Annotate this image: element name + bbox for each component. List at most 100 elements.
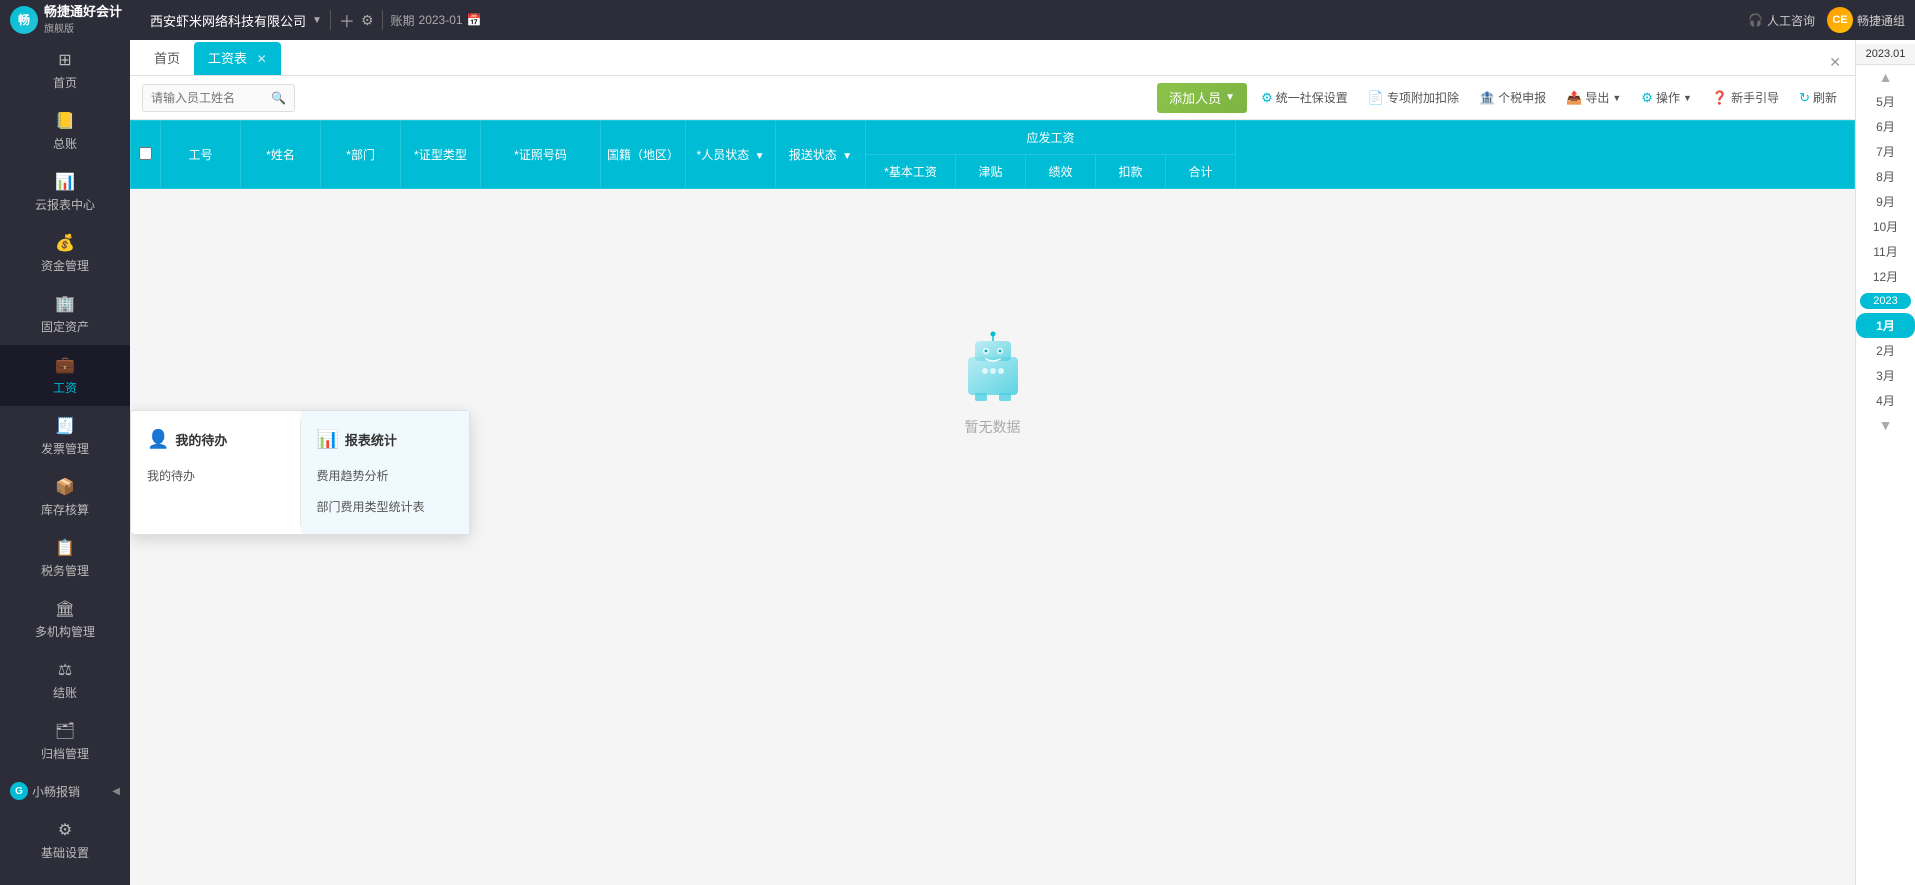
app-logo-icon: 畅 [10, 6, 38, 34]
th-report[interactable]: 报送状态 ▼ [776, 121, 866, 189]
sidebar-item-home[interactable]: ⊞ 首页 [0, 40, 130, 101]
select-all-checkbox[interactable] [139, 147, 152, 160]
timeline-down-nav[interactable]: ▼ [1856, 413, 1915, 437]
timeline-month-11[interactable]: 11月 [1856, 239, 1915, 264]
special-deduct-btn[interactable]: 📄 专项附加扣除 [1362, 86, 1465, 109]
timeline-month-1-active[interactable]: 1月 [1856, 313, 1915, 338]
sidebar-label-home: 首页 [53, 74, 77, 91]
sidebar-item-inventory[interactable]: 📦 库存核算 [0, 467, 130, 528]
support-label: 人工咨询 [1767, 12, 1815, 29]
special-deduct-icon: 📄 [1368, 90, 1384, 106]
sidebar-item-archive[interactable]: 🗂 归档管理 [0, 711, 130, 772]
company-dropdown-icon[interactable]: ▼ [312, 15, 322, 26]
popup-item-my-todo[interactable]: 我的待办 [131, 460, 300, 491]
sidebar-item-capital[interactable]: 💰 资金管理 [0, 223, 130, 284]
sidebar-label-settle: 结账 [53, 684, 77, 701]
tab-salary[interactable]: 工资表 ✕ [194, 42, 281, 75]
popup-item-expense-trend[interactable]: 费用趋势分析 [301, 460, 470, 491]
sidebar-item-base[interactable]: ⚙ 基础设置 [0, 810, 130, 871]
search-box[interactable]: 🔍 [142, 84, 295, 112]
sidebar-item-xiaochang[interactable]: G 小畅报销 ◀ [0, 772, 130, 810]
timeline-panel: 2023.01 ▲ 5月 6月 7月 8月 9月 10月 11月 12月 202… [1855, 40, 1915, 885]
timeline-month-6[interactable]: 6月 [1856, 114, 1915, 139]
operation-label: 操作 [1656, 89, 1680, 106]
timeline-month-10[interactable]: 10月 [1856, 214, 1915, 239]
timeline-month-2[interactable]: 2月 [1856, 338, 1915, 363]
user-area[interactable]: CE 畅捷通组 [1827, 7, 1905, 33]
sidebar-item-invoice[interactable]: 🧾 发票管理 [0, 406, 130, 467]
search-input[interactable] [151, 91, 271, 105]
timeline-up-nav[interactable]: ▲ [1856, 65, 1915, 89]
timeline-year-2023: 2023 [1860, 293, 1911, 309]
main-layout: ⊞ 首页 📒 总账 📊 云报表中心 💰 资金管理 🏢 固定资产 💼 工资 🧾 发… [0, 40, 1915, 885]
th-nation: 国籍（地区） [601, 121, 686, 189]
sidebar-label-multiorg: 多机构管理 [35, 623, 95, 640]
plus-icon[interactable]: ＋ [339, 8, 355, 32]
sidebar-item-multiorg[interactable]: 🏛 多机构管理 [0, 589, 130, 650]
headset-icon: 🎧 [1748, 13, 1763, 27]
popup-col-report: 📊 报表统计 费用趋势分析 部门费用类型统计表 [301, 411, 470, 534]
th-status[interactable]: *人员状态 ▼ [686, 121, 776, 189]
sidebar-item-assets[interactable]: 🏢 固定资产 [0, 284, 130, 345]
refresh-btn[interactable]: ↻ 刷新 [1793, 86, 1843, 109]
operation-btn[interactable]: ⚙ 操作 ▼ [1635, 86, 1698, 109]
sidebar-item-ledger[interactable]: 📒 总账 [0, 101, 130, 162]
tab-bar: 首页 工资表 ✕ ✕ [130, 40, 1855, 76]
th-base-wage: *基本工资 [866, 155, 956, 189]
timeline-month-3[interactable]: 3月 [1856, 363, 1915, 388]
search-icon[interactable]: 🔍 [271, 91, 286, 105]
social-insurance-btn[interactable]: ⚙ 统一社保设置 [1255, 86, 1354, 109]
sidebar-label-inventory: 库存核算 [41, 501, 89, 518]
new-guide-btn[interactable]: ❓ 新手引导 [1706, 86, 1785, 109]
top-header: 畅 畅捷通好会计 旗舰版 西安虾米网络科技有限公司 ▼ ＋ ⚙ 账期 2023-… [0, 0, 1915, 40]
add-person-button[interactable]: 添加人员 ▼ [1157, 83, 1247, 113]
popup-col-todo: 👤 我的待办 我的待办 [131, 411, 300, 534]
inventory-icon: 📦 [55, 477, 75, 497]
th-idtype: *证型类型 [401, 121, 481, 189]
th-ops [1236, 121, 1855, 189]
user-avatar: CE [1827, 7, 1853, 33]
export-btn[interactable]: 📤 导出 ▼ [1560, 86, 1627, 109]
tab-close-salary[interactable]: ✕ [257, 52, 267, 66]
support-btn[interactable]: 🎧 人工咨询 [1748, 12, 1815, 29]
timeline-month-5[interactable]: 5月 [1856, 89, 1915, 114]
settings-icon[interactable]: ⚙ [361, 12, 374, 29]
sidebar-label-assets: 固定资产 [41, 318, 89, 335]
sidebar-item-settle[interactable]: ⚖ 结账 [0, 650, 130, 711]
tax-declare-btn[interactable]: 🏦 个税申报 [1473, 86, 1552, 109]
toolbar: 🔍 添加人员 ▼ ⚙ 统一社保设置 📄 专项附加扣除 🏦 个税申报 📤 导出 [130, 76, 1855, 120]
add-person-label: 添加人员 [1169, 88, 1221, 107]
timeline-month-7[interactable]: 7月 [1856, 139, 1915, 164]
tab-home[interactable]: 首页 [140, 42, 194, 75]
new-guide-label: 新手引导 [1731, 89, 1779, 106]
invoice-icon: 🧾 [55, 416, 75, 436]
xiaochang-icon: G [10, 782, 28, 800]
th-name: *姓名 [241, 121, 321, 189]
sidebar-item-salary[interactable]: 💼 工资 [0, 345, 130, 406]
status-filter-icon[interactable]: ▼ [755, 151, 765, 162]
popup-title-report: 📊 报表统计 [301, 423, 470, 460]
header-right: 🎧 人工咨询 CE 畅捷通组 [1748, 7, 1905, 33]
report-filter-icon[interactable]: ▼ [842, 151, 852, 162]
export-icon: 📤 [1566, 90, 1582, 106]
popup-item-dept-expense[interactable]: 部门费用类型统计表 [301, 491, 470, 522]
sidebar-item-guide[interactable]: ▶ 新手引导 [0, 871, 130, 885]
user-name: 畅捷通组 [1857, 12, 1905, 29]
timeline-month-9[interactable]: 9月 [1856, 189, 1915, 214]
settle-icon: ⚖ [55, 660, 75, 680]
sidebar-item-report[interactable]: 📊 云报表中心 [0, 162, 130, 223]
sidebar: ⊞ 首页 📒 总账 📊 云报表中心 💰 资金管理 🏢 固定资产 💼 工资 🧾 发… [0, 40, 130, 885]
ledger-icon: 📒 [55, 111, 75, 131]
company-selector[interactable]: 西安虾米网络科技有限公司 ▼ [150, 11, 322, 30]
app-logo-name: 畅捷通好会计 [44, 5, 122, 19]
close-icon-top[interactable]: ✕ [1825, 50, 1845, 75]
timeline-month-12[interactable]: 12月 [1856, 264, 1915, 289]
operation-dropdown-icon: ▼ [1683, 93, 1692, 103]
sidebar-label-tax: 税务管理 [41, 562, 89, 579]
timeline-month-8[interactable]: 8月 [1856, 164, 1915, 189]
sidebar-item-tax[interactable]: 📋 税务管理 [0, 528, 130, 589]
calendar-icon[interactable]: 📅 [467, 13, 482, 27]
th-checkbox[interactable] [131, 121, 161, 189]
timeline-month-4[interactable]: 4月 [1856, 388, 1915, 413]
th-empno: 工号 [161, 121, 241, 189]
